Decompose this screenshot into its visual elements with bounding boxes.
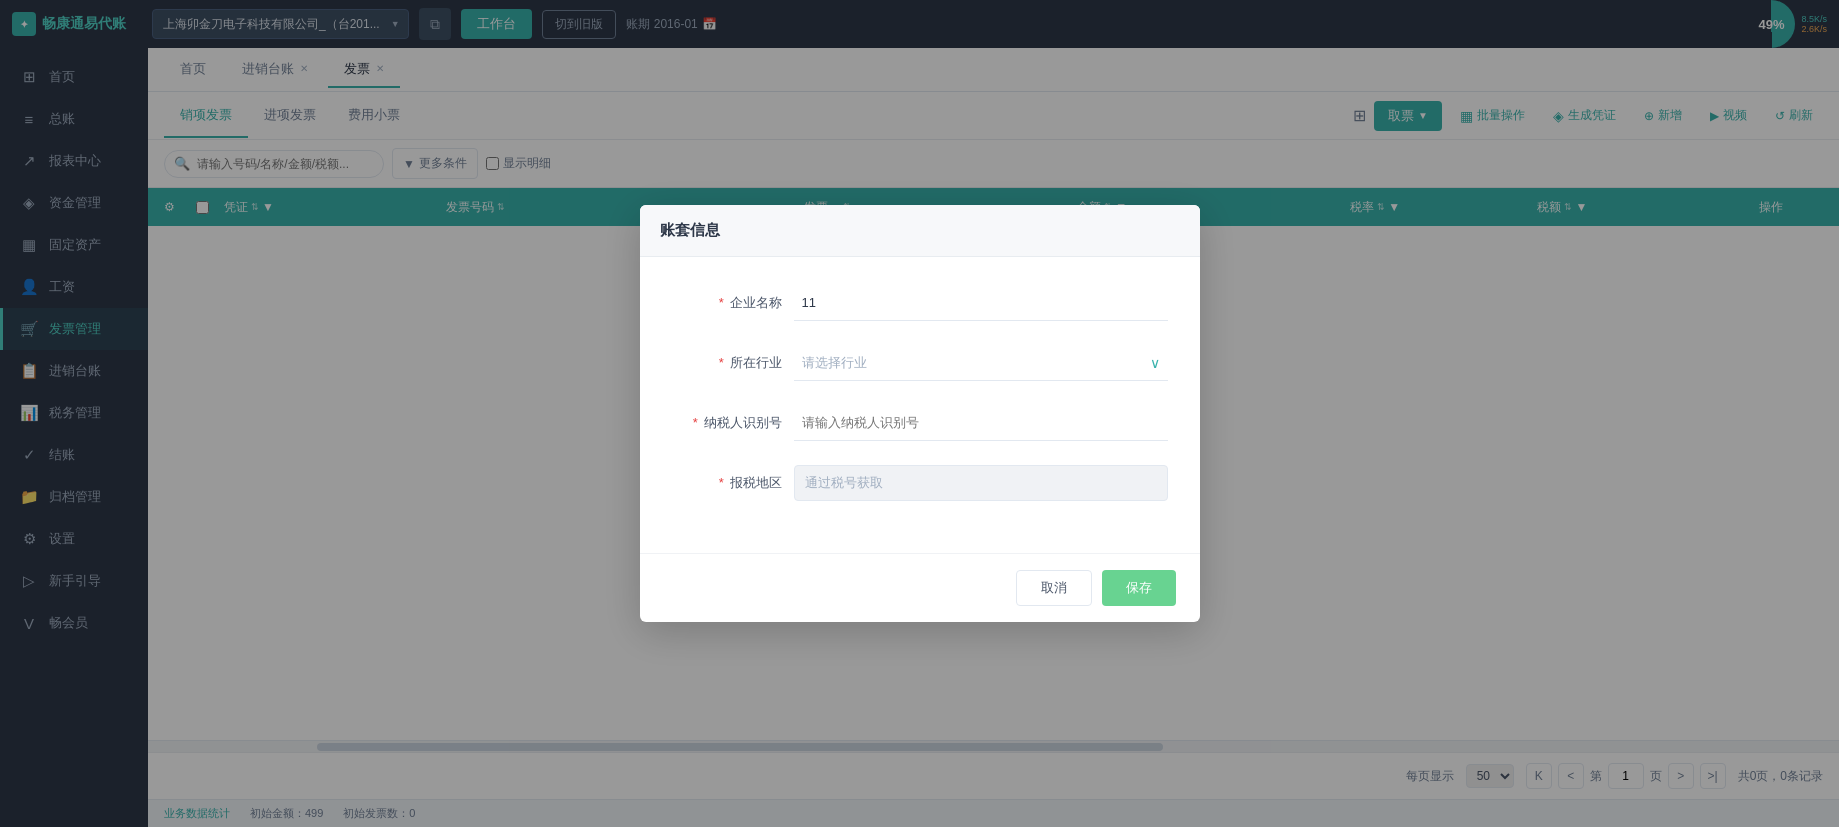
label-region: * 报税地区 bbox=[672, 474, 782, 492]
modal-overlay: 账套信息 * 企业名称 * 所在行业 请选择行业 ∨ bbox=[0, 0, 1839, 827]
form-row-industry: * 所在行业 请选择行业 ∨ bbox=[672, 345, 1168, 381]
region-placeholder: 通过税号获取 bbox=[805, 474, 883, 492]
modal-title: 账套信息 bbox=[660, 221, 720, 238]
required-star-taxid: * bbox=[693, 415, 698, 430]
form-row-taxid: * 纳税人识别号 bbox=[672, 405, 1168, 441]
required-star-industry: * bbox=[719, 355, 724, 370]
cancel-button[interactable]: 取消 bbox=[1016, 570, 1092, 606]
label-industry-text: 所在行业 bbox=[730, 355, 782, 370]
industry-select[interactable]: 请选择行业 ∨ bbox=[794, 345, 1168, 381]
form-row-company: * 企业名称 bbox=[672, 285, 1168, 321]
save-button[interactable]: 保存 bbox=[1102, 570, 1176, 606]
label-taxid-text: 纳税人识别号 bbox=[704, 415, 782, 430]
industry-placeholder: 请选择行业 bbox=[802, 354, 1150, 372]
label-industry: * 所在行业 bbox=[672, 354, 782, 372]
taxid-input[interactable] bbox=[794, 405, 1168, 441]
modal-header: 账套信息 bbox=[640, 205, 1200, 257]
modal-body: * 企业名称 * 所在行业 请选择行业 ∨ * bbox=[640, 257, 1200, 553]
form-row-region: * 报税地区 通过税号获取 bbox=[672, 465, 1168, 501]
label-region-text: 报税地区 bbox=[730, 475, 782, 490]
label-taxid: * 纳税人识别号 bbox=[672, 414, 782, 432]
modal-footer: 取消 保存 bbox=[640, 553, 1200, 622]
region-disabled-input: 通过税号获取 bbox=[794, 465, 1168, 501]
required-star-region: * bbox=[719, 475, 724, 490]
required-star-company: * bbox=[719, 295, 724, 310]
label-company-text: 企业名称 bbox=[730, 295, 782, 310]
company-name-input[interactable] bbox=[794, 285, 1168, 321]
label-company: * 企业名称 bbox=[672, 294, 782, 312]
account-info-modal: 账套信息 * 企业名称 * 所在行业 请选择行业 ∨ bbox=[640, 205, 1200, 622]
industry-dropdown-icon: ∨ bbox=[1150, 355, 1160, 371]
